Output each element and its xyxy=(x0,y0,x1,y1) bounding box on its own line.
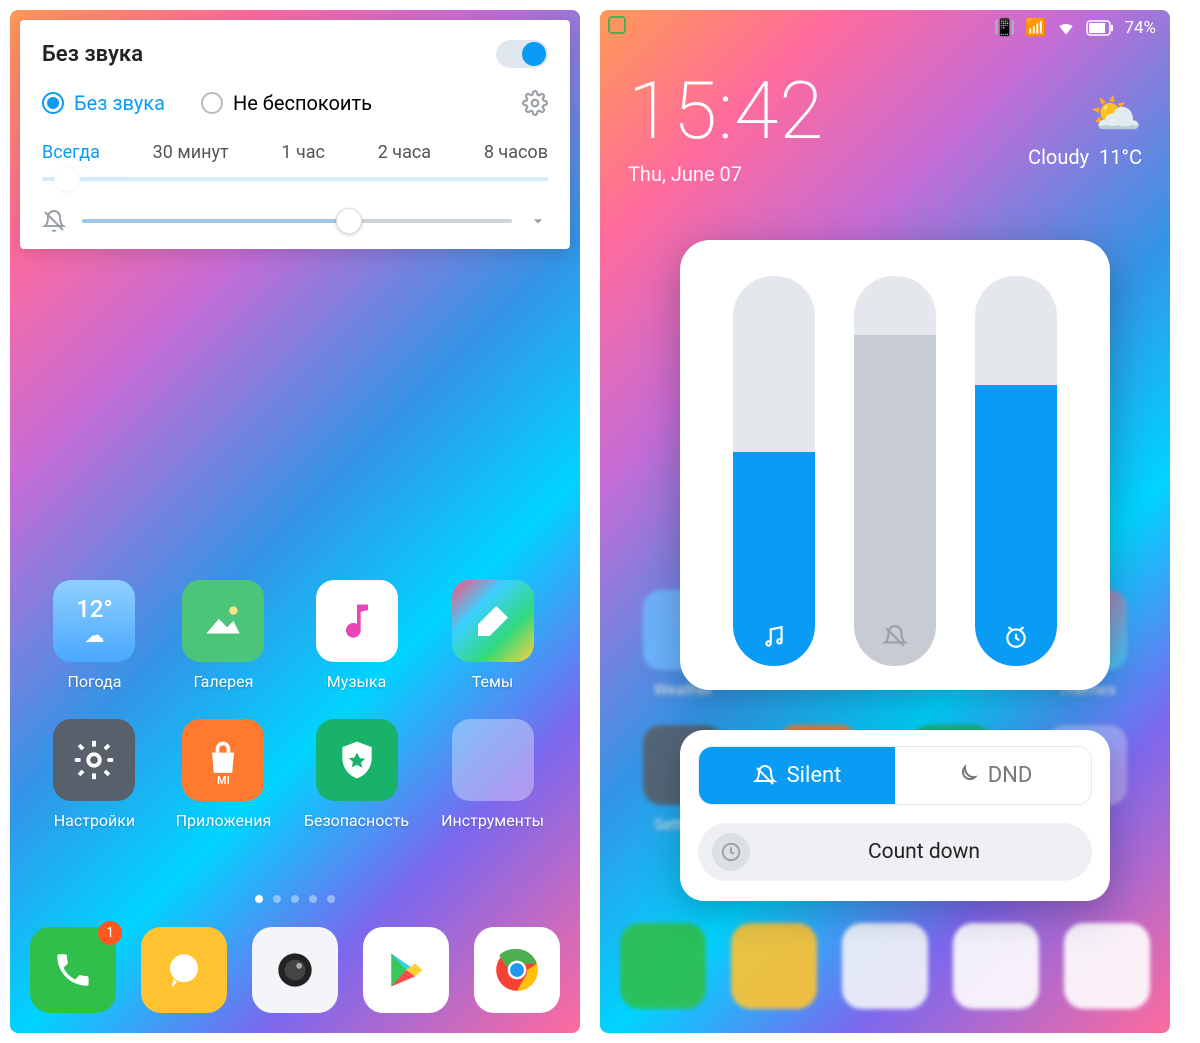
status-indicator-icon xyxy=(608,16,626,34)
ring-volume-slider[interactable] xyxy=(854,276,936,666)
duration-option[interactable]: 1 час xyxy=(281,142,325,163)
clock-date: Thu, June 07 xyxy=(628,162,824,186)
radio-icon xyxy=(42,92,64,114)
moon-icon xyxy=(954,764,978,788)
sound-mode-panel: Без звука Без звука Не беспокоить Всегда… xyxy=(20,20,570,249)
countdown-label: Count down xyxy=(770,840,1078,864)
tab-label: Silent xyxy=(787,763,842,788)
slider-thumb[interactable] xyxy=(54,166,80,192)
app-settings[interactable]: Настройки xyxy=(46,719,143,830)
radio-dnd[interactable]: Не беспокоить xyxy=(201,91,372,115)
duration-options: Всегда 30 минут 1 час 2 часа 8 часов xyxy=(42,142,548,163)
dock-playstore[interactable] xyxy=(363,927,449,1013)
slider-thumb[interactable] xyxy=(336,208,362,234)
dock-camera[interactable] xyxy=(252,927,338,1013)
weather-temp: 12° xyxy=(76,595,112,623)
radio-silent[interactable]: Без звука xyxy=(42,91,165,115)
radio-icon xyxy=(201,92,223,114)
app-gallery[interactable]: Галерея xyxy=(175,580,272,691)
gear-icon[interactable] xyxy=(522,90,548,116)
phone-screen-left: Без звука Без звука Не беспокоить Всегда… xyxy=(10,10,580,1033)
duration-option[interactable]: 2 часа xyxy=(378,142,431,163)
bell-off-icon xyxy=(753,764,777,788)
radio-label: Не беспокоить xyxy=(233,91,372,115)
dock-messages[interactable] xyxy=(141,927,227,1013)
clock-icon xyxy=(712,833,750,871)
clock-widget[interactable]: 15:42 Thu, June 07 xyxy=(628,64,824,186)
app-security[interactable]: Безопасность xyxy=(304,719,409,830)
dock-phone[interactable]: 1 xyxy=(30,927,116,1013)
radio-label: Без звука xyxy=(74,91,165,115)
bell-off-icon xyxy=(882,624,908,650)
duration-slider[interactable] xyxy=(42,177,548,181)
cloud-icon: ⛅ xyxy=(1028,90,1142,139)
clock-time: 15:42 xyxy=(628,64,824,158)
alarm-volume-slider[interactable] xyxy=(975,276,1057,666)
weather-text: Cloudy 11°C xyxy=(1028,145,1142,169)
app-store[interactable]: MI Приложения xyxy=(175,719,272,830)
dock-chrome[interactable] xyxy=(474,927,560,1013)
app-themes[interactable]: Темы xyxy=(441,580,544,691)
phone-screen-right: Weather Themes Settings Tools 📳 📶 74% xyxy=(600,10,1170,1033)
countdown-button[interactable]: Count down xyxy=(698,823,1092,881)
sound-mode-toggle[interactable] xyxy=(496,40,548,68)
home-app-grid: 12° ☁ Погода Галерея Музыка Темы xyxy=(46,580,544,830)
tab-silent[interactable]: Silent xyxy=(699,747,895,804)
badge: 1 xyxy=(98,921,122,945)
app-music[interactable]: Музыка xyxy=(304,580,409,691)
duration-option[interactable]: 30 минут xyxy=(153,142,229,163)
dock: 1 xyxy=(30,927,560,1013)
app-tools-folder[interactable]: Инструменты xyxy=(441,719,544,830)
music-icon xyxy=(761,624,787,650)
alarm-icon xyxy=(1003,624,1029,650)
ring-volume-slider[interactable] xyxy=(82,219,512,223)
app-weather[interactable]: 12° ☁ Погода xyxy=(46,580,143,691)
panel-title: Без звука xyxy=(42,42,143,67)
volume-panel xyxy=(680,240,1110,690)
bell-off-icon xyxy=(42,209,66,233)
tab-label: DND xyxy=(988,763,1033,788)
weather-widget[interactable]: ⛅ Cloudy 11°C xyxy=(1028,90,1142,169)
media-volume-slider[interactable] xyxy=(733,276,815,666)
chevron-down-icon[interactable] xyxy=(528,211,548,231)
mode-panel: Silent DND Count down xyxy=(680,730,1110,901)
duration-option[interactable]: 8 часов xyxy=(484,142,548,163)
tab-dnd[interactable]: DND xyxy=(895,747,1091,804)
duration-option[interactable]: Всегда xyxy=(42,142,100,163)
cloud-icon: ☁ xyxy=(84,623,104,647)
page-indicator xyxy=(10,895,580,903)
